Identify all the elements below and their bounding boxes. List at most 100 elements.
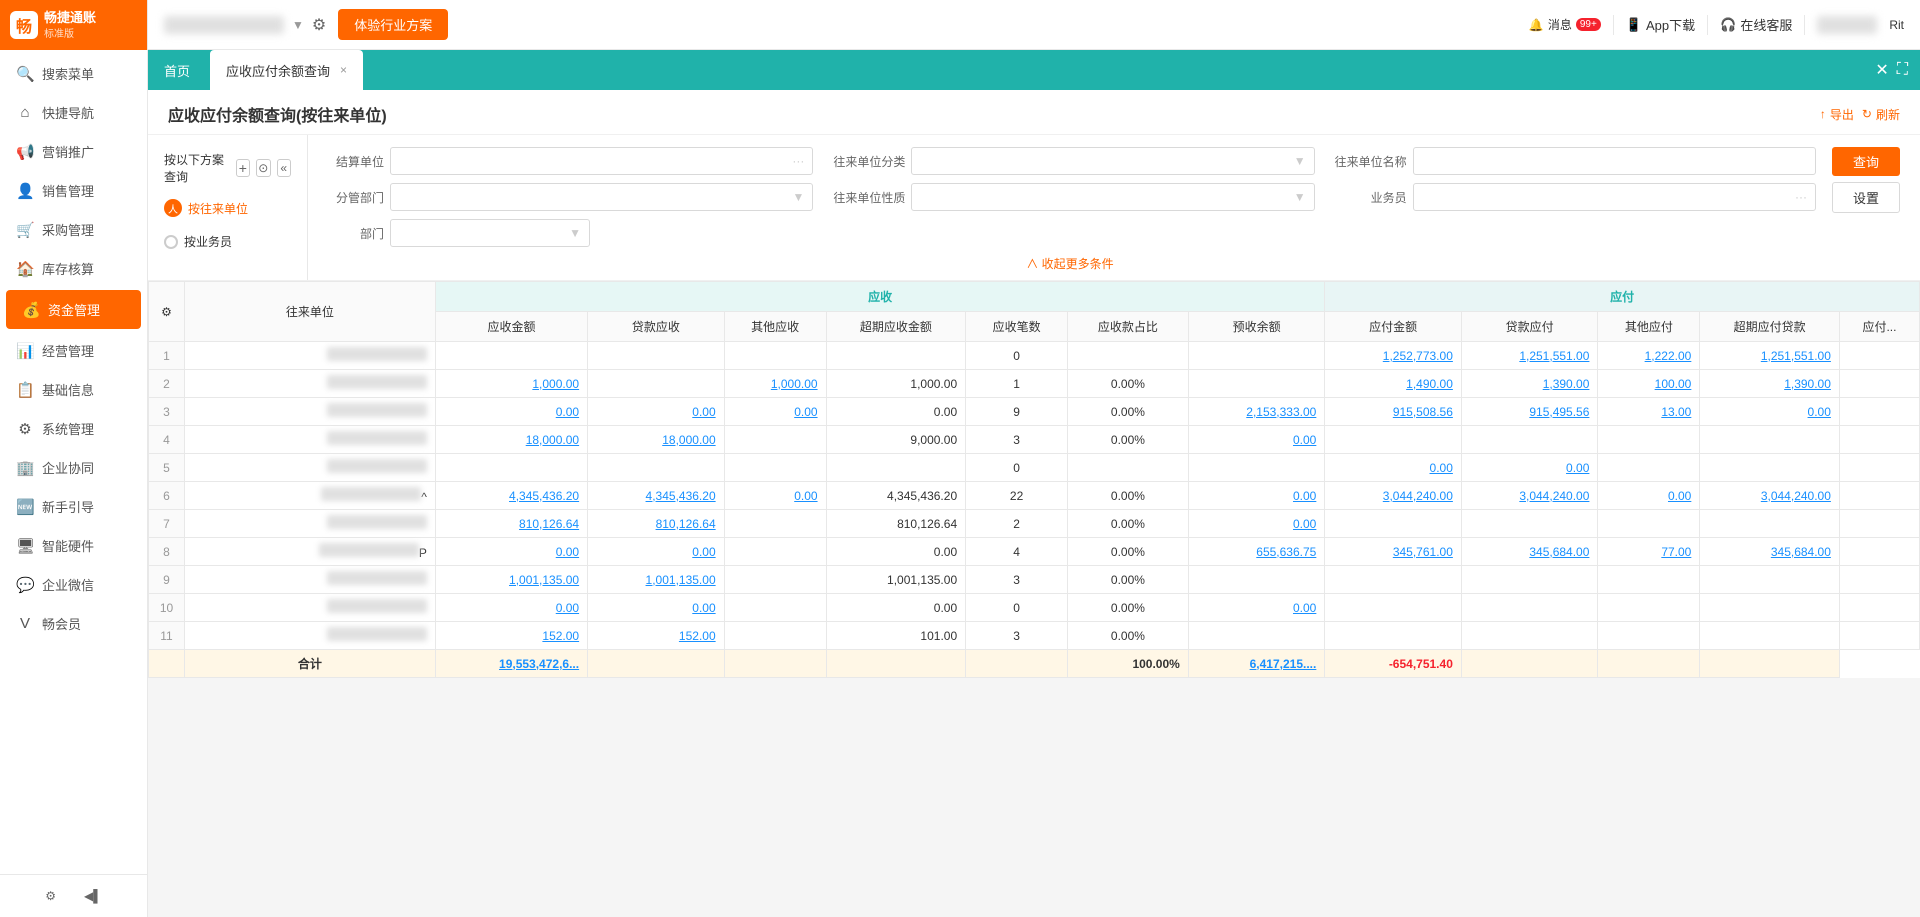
sidebar-item-quick[interactable]: ⌂ 快捷导航 bbox=[0, 93, 147, 132]
ap-amount-5[interactable]: 0.00 bbox=[1325, 454, 1462, 482]
app-download-btn[interactable]: 📱 App下载 bbox=[1626, 15, 1695, 34]
sidebar-item-finance[interactable]: 💰 资金管理 bbox=[6, 290, 141, 329]
filter-unit-name-input[interactable] bbox=[1413, 147, 1816, 175]
sidebar-settings-btn[interactable]: ⚙ bbox=[33, 883, 68, 909]
tab-active[interactable]: 应收应付余额查询 × bbox=[210, 50, 363, 90]
total-ar-prepay[interactable]: 6,417,215.... bbox=[1188, 650, 1325, 678]
ap-loan-8[interactable]: 345,684.00 bbox=[1461, 538, 1598, 566]
ar-amount-7[interactable]: 810,126.64 bbox=[435, 510, 587, 538]
cta-button[interactable]: 体验行业方案 bbox=[338, 9, 448, 40]
tab-expand-icon[interactable]: ⛶ bbox=[1897, 61, 1908, 79]
ar-amount-10[interactable]: 0.00 bbox=[435, 594, 587, 622]
settings-btn[interactable]: 设置 bbox=[1832, 182, 1900, 213]
ap-loan-5[interactable]: 0.00 bbox=[1461, 454, 1598, 482]
ar-loan-11[interactable]: 152.00 bbox=[588, 622, 725, 650]
total-ar-amount[interactable]: 19,553,472,6... bbox=[435, 650, 587, 678]
edit-scheme-btn[interactable]: ⊙ bbox=[256, 159, 270, 177]
ap-other-8[interactable]: 77.00 bbox=[1598, 538, 1700, 566]
sidebar-item-sales[interactable]: 👤 销售管理 bbox=[0, 171, 147, 210]
panel-by-staff[interactable]: 按业务员 bbox=[148, 225, 307, 258]
filter-section-input[interactable]: ▼ bbox=[390, 219, 590, 247]
ap-other-6[interactable]: 0.00 bbox=[1598, 482, 1700, 510]
tab-home[interactable]: 首页 bbox=[148, 50, 206, 90]
table-gear-icon[interactable]: ⚙ bbox=[161, 305, 172, 319]
ap-overdue-1[interactable]: 1,251,551.00 bbox=[1700, 342, 1840, 370]
unit-cell-7 bbox=[185, 510, 436, 538]
ap-other-1[interactable]: 1,222.00 bbox=[1598, 342, 1700, 370]
ap-amount-8[interactable]: 345,761.00 bbox=[1325, 538, 1462, 566]
ar-prepay-4[interactable]: 0.00 bbox=[1188, 426, 1325, 454]
ap-overdue-3[interactable]: 0.00 bbox=[1700, 398, 1840, 426]
refresh-btn[interactable]: ↻ 刷新 bbox=[1862, 106, 1900, 123]
ap-loan-2[interactable]: 1,390.00 bbox=[1461, 370, 1598, 398]
ap-amount-6[interactable]: 3,044,240.00 bbox=[1325, 482, 1462, 510]
query-btn[interactable]: 查询 bbox=[1832, 147, 1900, 176]
ar-loan-10[interactable]: 0.00 bbox=[588, 594, 725, 622]
ar-amount-4[interactable]: 18,000.00 bbox=[435, 426, 587, 454]
ar-loan-8[interactable]: 0.00 bbox=[588, 538, 725, 566]
ar-loan-4[interactable]: 18,000.00 bbox=[588, 426, 725, 454]
ar-loan-3[interactable]: 0.00 bbox=[588, 398, 725, 426]
ar-amount-8[interactable]: 0.00 bbox=[435, 538, 587, 566]
online-support-btn[interactable]: 🎧 在线客服 bbox=[1720, 15, 1792, 34]
ar-other-6[interactable]: 0.00 bbox=[724, 482, 826, 510]
ar-other-3[interactable]: 0.00 bbox=[724, 398, 826, 426]
sidebar-item-search[interactable]: 🔍 搜索菜单 bbox=[0, 54, 147, 93]
tab-close-window-icon[interactable]: ✕ bbox=[1875, 60, 1888, 80]
ap-overdue-6[interactable]: 3,044,240.00 bbox=[1700, 482, 1840, 510]
ar-prepay-8[interactable]: 655,636.75 bbox=[1188, 538, 1325, 566]
sidebar-item-purchase[interactable]: 🛒 采购管理 bbox=[0, 210, 147, 249]
sidebar-item-inventory[interactable]: 🏠 库存核算 bbox=[0, 249, 147, 288]
ap-overdue-2[interactable]: 1,390.00 bbox=[1700, 370, 1840, 398]
ar-amount-9[interactable]: 1,001,135.00 bbox=[435, 566, 587, 594]
tab-close-icon[interactable]: × bbox=[340, 63, 347, 77]
ap-extra-10 bbox=[1839, 594, 1919, 622]
ap-loan-6[interactable]: 3,044,240.00 bbox=[1461, 482, 1598, 510]
sidebar-item-wechat[interactable]: 💬 企业微信 bbox=[0, 565, 147, 604]
filter-collapse-btn[interactable]: ∧ 收起更多条件 bbox=[1026, 257, 1113, 271]
panel-by-staff-label: 按业务员 bbox=[184, 233, 232, 250]
ar-prepay-3[interactable]: 2,153,333.00 bbox=[1188, 398, 1325, 426]
panel-by-unit[interactable]: 人 按往来单位 bbox=[148, 191, 307, 225]
filter-unit-nature-input[interactable]: ▼ bbox=[911, 183, 1314, 211]
ar-amount-6[interactable]: 4,345,436.20 bbox=[435, 482, 587, 510]
ap-loan-3[interactable]: 915,495.56 bbox=[1461, 398, 1598, 426]
filter-settlement-input[interactable]: ··· bbox=[390, 147, 813, 175]
filter-dept-input[interactable]: ▼ bbox=[390, 183, 813, 211]
more-scheme-btn[interactable]: « bbox=[277, 159, 291, 177]
ar-amount-2[interactable]: 1,000.00 bbox=[435, 370, 587, 398]
sidebar-item-operation[interactable]: 📊 经营管理 bbox=[0, 331, 147, 370]
ap-other-2[interactable]: 100.00 bbox=[1598, 370, 1700, 398]
add-scheme-btn[interactable]: + bbox=[236, 159, 250, 177]
sidebar-item-basic[interactable]: 📋 基础信息 bbox=[0, 370, 147, 409]
sidebar-item-guide[interactable]: 🆕 新手引导 bbox=[0, 487, 147, 526]
ar-prepay-6[interactable]: 0.00 bbox=[1188, 482, 1325, 510]
ar-amount-3[interactable]: 0.00 bbox=[435, 398, 587, 426]
ap-other-3[interactable]: 13.00 bbox=[1598, 398, 1700, 426]
sidebar-item-member[interactable]: V 畅会员 bbox=[0, 604, 147, 643]
company-dropdown-icon[interactable]: ▼ bbox=[292, 18, 304, 32]
ap-loan-1[interactable]: 1,251,551.00 bbox=[1461, 342, 1598, 370]
ar-amount-11[interactable]: 152.00 bbox=[435, 622, 587, 650]
ap-amount-1[interactable]: 1,252,773.00 bbox=[1325, 342, 1462, 370]
sidebar-item-system[interactable]: ⚙ 系统管理 bbox=[0, 409, 147, 448]
ar-loan-7[interactable]: 810,126.64 bbox=[588, 510, 725, 538]
ap-amount-2[interactable]: 1,490.00 bbox=[1325, 370, 1462, 398]
header-gear-icon[interactable]: ⚙ bbox=[312, 15, 326, 35]
sidebar-collapse-btn[interactable]: ◀▌ bbox=[72, 883, 114, 909]
filter-unit-type-input[interactable]: ▼ bbox=[911, 147, 1314, 175]
sidebar-item-marketing[interactable]: 📢 营销推广 bbox=[0, 132, 147, 171]
export-btn[interactable]: ↑ 导出 bbox=[1820, 106, 1854, 123]
notification-btn[interactable]: 🔔 消息 99+ bbox=[1529, 16, 1601, 33]
filter-salesperson-input[interactable]: ··· bbox=[1413, 183, 1816, 211]
sidebar-item-collab[interactable]: 🏢 企业协同 bbox=[0, 448, 147, 487]
ar-loan-6[interactable]: 4,345,436.20 bbox=[588, 482, 725, 510]
ar-prepay-10[interactable]: 0.00 bbox=[1188, 594, 1325, 622]
ar-prepay-7[interactable]: 0.00 bbox=[1188, 510, 1325, 538]
ar-count-9: 3 bbox=[966, 566, 1068, 594]
ap-amount-3[interactable]: 915,508.56 bbox=[1325, 398, 1462, 426]
sidebar-item-hardware[interactable]: 🖥 智能硬件 bbox=[0, 526, 147, 565]
ap-overdue-8[interactable]: 345,684.00 bbox=[1700, 538, 1840, 566]
ar-other-2[interactable]: 1,000.00 bbox=[724, 370, 826, 398]
ar-loan-9[interactable]: 1,001,135.00 bbox=[588, 566, 725, 594]
